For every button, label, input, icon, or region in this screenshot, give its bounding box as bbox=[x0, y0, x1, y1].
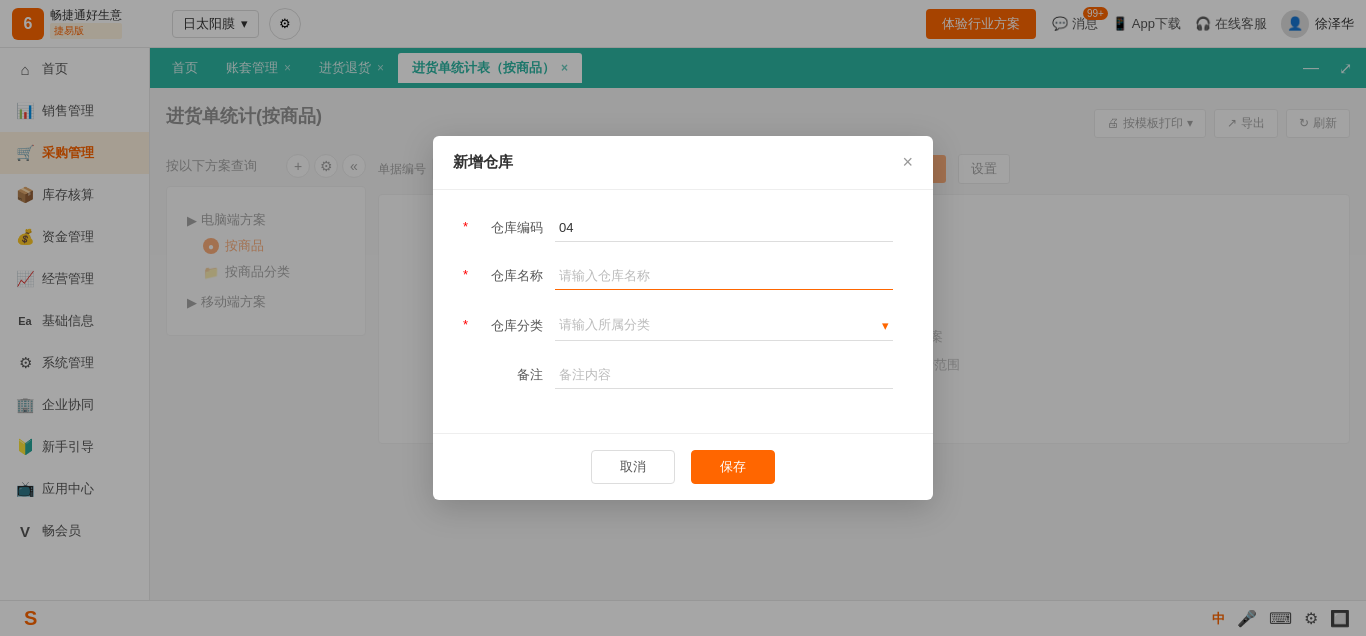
dialog-body: 仓库编码 仓库名称 仓库分类 请输入所属分类 ▾ 备注 bbox=[433, 190, 933, 433]
warehouse-code-label: 仓库编码 bbox=[473, 219, 543, 237]
warehouse-name-input[interactable] bbox=[555, 262, 893, 290]
warehouse-category-label: 仓库分类 bbox=[473, 317, 543, 335]
warehouse-remark-label: 备注 bbox=[473, 366, 543, 384]
warehouse-code-input[interactable] bbox=[555, 214, 893, 242]
save-button[interactable]: 保存 bbox=[691, 450, 775, 484]
dialog-title: 新增仓库 bbox=[453, 153, 513, 172]
category-chevron-icon: ▾ bbox=[882, 318, 889, 333]
warehouse-category-placeholder: 请输入所属分类 bbox=[559, 316, 650, 334]
warehouse-remark-input[interactable] bbox=[555, 361, 893, 389]
warehouse-code-row: 仓库编码 bbox=[473, 214, 893, 242]
warehouse-category-select[interactable]: 请输入所属分类 ▾ bbox=[555, 310, 893, 341]
dialog-close-button[interactable]: × bbox=[902, 152, 913, 173]
warehouse-name-row: 仓库名称 bbox=[473, 262, 893, 290]
dialog-footer: 取消 保存 bbox=[433, 433, 933, 500]
warehouse-remark-row: 备注 bbox=[473, 361, 893, 389]
new-warehouse-dialog: 新增仓库 × 仓库编码 仓库名称 仓库分类 请输入所属分类 ▾ 备注 取消 bbox=[433, 136, 933, 500]
dialog-header: 新增仓库 × bbox=[433, 136, 933, 190]
warehouse-name-label: 仓库名称 bbox=[473, 267, 543, 285]
cancel-button[interactable]: 取消 bbox=[591, 450, 675, 484]
warehouse-category-row: 仓库分类 请输入所属分类 ▾ bbox=[473, 310, 893, 341]
